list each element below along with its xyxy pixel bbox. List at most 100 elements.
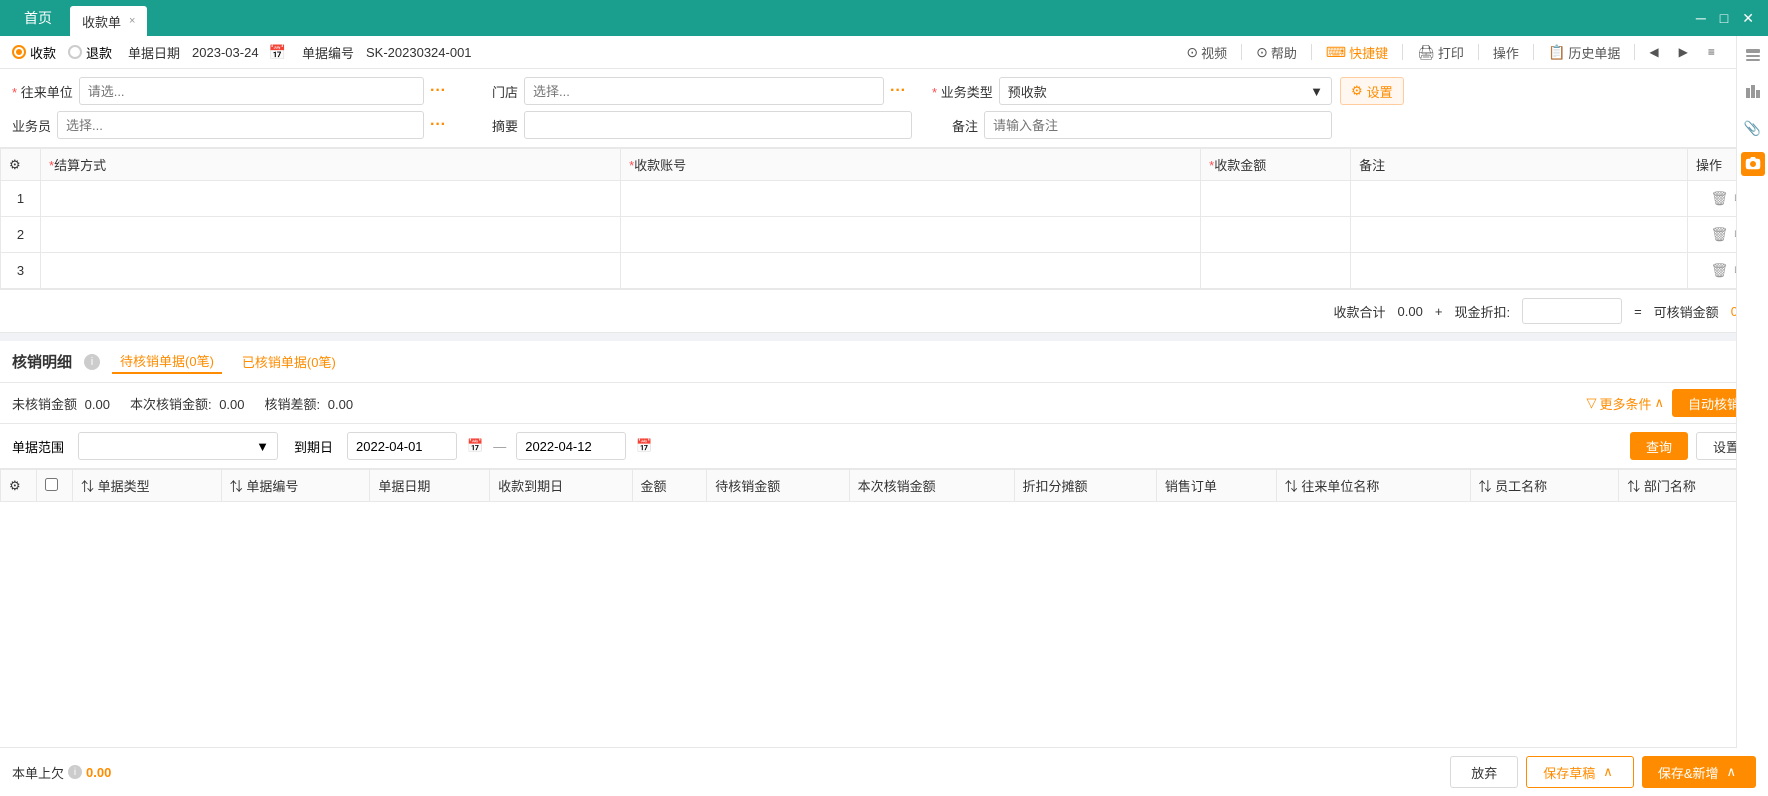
tab-label: 收款单 bbox=[82, 12, 121, 31]
minimize-btn[interactable]: ─ bbox=[1690, 10, 1712, 26]
range-select[interactable]: ▼ bbox=[78, 432, 278, 460]
party-input[interactable] bbox=[79, 77, 424, 105]
close-tab-icon[interactable]: × bbox=[129, 15, 135, 27]
chevron-down-range-icon: ▼ bbox=[256, 439, 269, 454]
row-amount-3[interactable] bbox=[1201, 253, 1351, 289]
delete-row-1-icon[interactable]: 🗑 bbox=[1711, 190, 1729, 207]
amount-col-header: *收款金额 bbox=[1201, 149, 1351, 181]
row-amount-2[interactable] bbox=[1201, 217, 1351, 253]
row-remark-1[interactable] bbox=[1351, 181, 1688, 217]
info-icon-footer[interactable]: i bbox=[68, 765, 82, 779]
total-label: 收款合计 bbox=[1334, 302, 1386, 321]
reconcile-check-all[interactable] bbox=[45, 478, 58, 491]
save-draft-dropdown-icon[interactable]: ∧ bbox=[1599, 764, 1617, 780]
close-btn[interactable]: ✕ bbox=[1736, 10, 1760, 27]
staff-more-btn[interactable]: ··· bbox=[424, 116, 452, 134]
calendar-from-icon[interactable]: 📅 bbox=[467, 438, 483, 454]
save-new-dropdown-icon[interactable]: ∧ bbox=[1722, 764, 1740, 780]
abandon-btn[interactable]: 放弃 bbox=[1450, 756, 1518, 788]
save-new-btn[interactable]: 保存&新增 ∧ bbox=[1642, 756, 1756, 788]
staff-input[interactable] bbox=[57, 111, 424, 139]
divider-2 bbox=[1311, 44, 1312, 60]
query-btn[interactable]: 查询 bbox=[1630, 432, 1688, 460]
row-remark-3[interactable] bbox=[1351, 253, 1688, 289]
row-account-1[interactable] bbox=[621, 181, 1201, 217]
filter-icon: ▽ bbox=[1586, 395, 1596, 411]
save-draft-btn[interactable]: 保存草稿 ∧ bbox=[1526, 756, 1634, 788]
form-section: * 往来单位 ··· 门店 ··· * 业务类型 预 bbox=[0, 69, 1768, 148]
biz-type-field: * 业务类型 预收款 ▼ bbox=[932, 77, 1332, 105]
top-nav: 首页 收款单 × ─ □ ✕ bbox=[0, 0, 1768, 36]
calendar-to-icon[interactable]: 📅 bbox=[636, 438, 652, 454]
summary-row: 收款合计 0.00 + 现金折扣: = 可核销金额 0.00 bbox=[0, 290, 1768, 333]
date-from-input[interactable] bbox=[347, 432, 457, 460]
party-more-btn[interactable]: ··· bbox=[424, 82, 452, 100]
biz-type-label: * 业务类型 bbox=[932, 82, 999, 101]
help-btn[interactable]: ⊙ 帮助 bbox=[1250, 43, 1303, 62]
radio-refund[interactable]: 退款 bbox=[68, 43, 112, 62]
date-to-input[interactable] bbox=[516, 432, 626, 460]
row-account-2[interactable] bbox=[621, 217, 1201, 253]
due-label: 到期日 bbox=[294, 437, 333, 456]
row-settle-2[interactable] bbox=[41, 217, 621, 253]
store-input[interactable] bbox=[524, 77, 884, 105]
plus-label: + bbox=[1435, 304, 1443, 319]
row-settle-1[interactable] bbox=[41, 181, 621, 217]
radio-collection[interactable]: 收款 bbox=[12, 43, 56, 62]
prev-btn[interactable]: ◀ bbox=[1643, 45, 1664, 59]
delete-row-3-icon[interactable]: 🗑 bbox=[1711, 262, 1729, 279]
discount-input[interactable] bbox=[1522, 298, 1622, 324]
biz-type-select[interactable]: 预收款 ▼ bbox=[999, 77, 1332, 105]
row-num-3: 3 bbox=[1, 253, 41, 289]
gear-col-header[interactable]: ⚙ bbox=[1, 149, 41, 181]
maximize-btn[interactable]: □ bbox=[1714, 10, 1734, 26]
reconcile-type-col: ⇅ 单据类型 bbox=[73, 470, 222, 502]
toolbar-row: 收款 退款 单据日期 2023-03-24 📅 单据编号 SK-20230324… bbox=[0, 36, 1768, 69]
footer-info: 本单上欠 i 0.00 bbox=[12, 763, 111, 782]
row-settle-3[interactable] bbox=[41, 253, 621, 289]
store-field: 门店 ··· bbox=[472, 77, 912, 105]
more-conditions-btn[interactable]: ▽ 更多条件 ∧ bbox=[1586, 394, 1664, 413]
summary-input[interactable] bbox=[524, 111, 912, 139]
pending-tab[interactable]: 待核销单据(0笔) bbox=[112, 349, 222, 374]
layout-btn[interactable]: ≡ bbox=[1702, 45, 1721, 59]
reconcile-table: ⚙ ⇅ 单据类型 ⇅ 单据编号 单据日期 bbox=[0, 469, 1768, 502]
print-icon: 🖨 bbox=[1417, 44, 1435, 61]
reconcile-discount-col: 折扣分摊额 bbox=[1014, 470, 1156, 502]
delete-row-2-icon[interactable]: 🗑 bbox=[1711, 226, 1729, 243]
side-table-icon[interactable] bbox=[1741, 44, 1765, 68]
reconcile-info-icon[interactable]: i bbox=[84, 354, 100, 370]
side-camera-icon[interactable] bbox=[1741, 152, 1765, 176]
form-row-2: 业务员 ··· 摘要 备注 bbox=[12, 111, 1756, 139]
calendar-icon[interactable]: 📅 bbox=[269, 44, 286, 61]
side-paperclip-icon[interactable]: 📎 bbox=[1741, 116, 1765, 140]
row-account-3[interactable] bbox=[621, 253, 1201, 289]
chevron-up-icon: ∧ bbox=[1654, 395, 1664, 411]
operation-btn[interactable]: 操作 bbox=[1487, 43, 1525, 62]
side-chart-icon[interactable] bbox=[1741, 80, 1765, 104]
row-amount-1[interactable] bbox=[1201, 181, 1351, 217]
done-tab[interactable]: 已核销单据(0笔) bbox=[234, 350, 344, 373]
video-btn[interactable]: ⊙ 视频 bbox=[1180, 43, 1233, 62]
collection-tab[interactable]: 收款单 × bbox=[70, 6, 147, 36]
next-btn[interactable]: ▶ bbox=[1673, 45, 1694, 59]
row-remark-2[interactable] bbox=[1351, 217, 1688, 253]
store-more-btn[interactable]: ··· bbox=[884, 82, 912, 100]
reconcile-gear-col[interactable]: ⚙ bbox=[1, 470, 37, 502]
window-controls: ─ □ ✕ bbox=[1690, 10, 1760, 27]
remark-input[interactable] bbox=[984, 111, 1332, 139]
form-settings-btn[interactable]: ⚙ 设置 bbox=[1340, 77, 1404, 105]
help-icon: ⊙ bbox=[1256, 44, 1268, 61]
toolbar-right: ⊙ 视频 ⊙ 帮助 ⌨ 快捷键 🖨 打印 操作 bbox=[1180, 42, 1756, 62]
party-field: * 往来单位 ··· bbox=[12, 77, 452, 105]
sort-icon-4: ⇅ bbox=[1479, 479, 1492, 494]
shortcut-btn[interactable]: ⌨ 快捷键 bbox=[1320, 43, 1394, 62]
row-num-1: 1 bbox=[1, 181, 41, 217]
table-row: 1 🗑 ⧉ bbox=[1, 181, 1768, 217]
party-label: * 往来单位 bbox=[12, 82, 79, 101]
history-btn[interactable]: 📋 历史单据 bbox=[1542, 43, 1626, 62]
print-btn[interactable]: 🖨 打印 bbox=[1411, 43, 1470, 62]
chevron-down-icon: ▼ bbox=[1310, 84, 1323, 99]
home-tab[interactable]: 首页 bbox=[8, 0, 68, 36]
due-field: 到期日 📅 — 📅 bbox=[294, 432, 656, 460]
